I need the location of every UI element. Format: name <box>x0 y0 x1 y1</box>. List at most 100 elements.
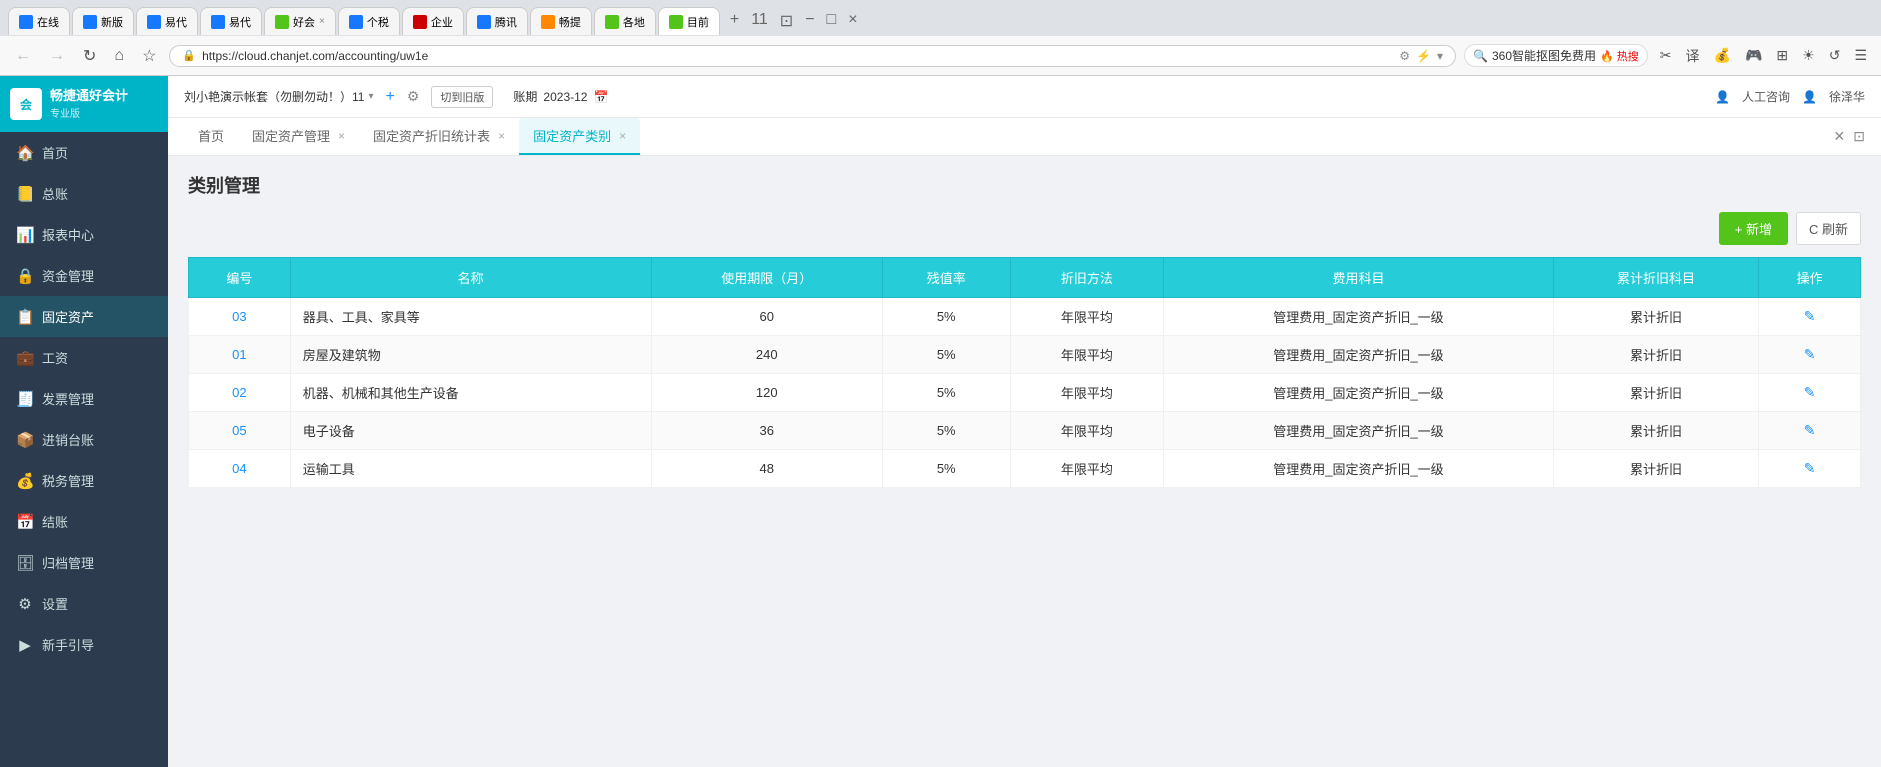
sidebar-label-settings: 设置 <box>42 594 68 613</box>
sidebar-item-funds[interactable]: 🔒 资金管理 <box>0 255 168 296</box>
cell-method-2: 年限平均 <box>1010 374 1164 412</box>
switch-version-btn[interactable]: 切到旧版 <box>431 86 493 108</box>
page-close-icon[interactable]: ✕ <box>1834 128 1846 145</box>
browser-tab-10[interactable]: 各地 <box>594 7 656 35</box>
browser-tab-1[interactable]: 在线 <box>8 7 70 35</box>
browser-toolbar-icons: ✂ 译 💰 🎮 ⊞ ☀ ↺ ☰ <box>1656 44 1871 68</box>
browser-tab-9[interactable]: 畅提 <box>530 7 592 35</box>
page-tab-asset-mgmt[interactable]: 固定资产管理 × <box>238 118 359 155</box>
page-expand-icon[interactable]: ⊡ <box>1853 128 1865 145</box>
browser-tab-11[interactable]: 目前 <box>658 7 720 35</box>
cell-edit-4[interactable]: ✎ <box>1759 450 1861 488</box>
sidebar-item-settings[interactable]: ⚙ 设置 <box>0 583 168 624</box>
bookmark-btn[interactable]: ☆ <box>137 44 161 68</box>
game-icon[interactable]: 🎮 <box>1741 45 1766 66</box>
forward-btn[interactable]: → <box>44 45 70 67</box>
minimize-btn[interactable]: − <box>801 9 818 33</box>
sidebar-item-tax[interactable]: 💰 税务管理 <box>0 460 168 501</box>
tab-title-8: 腾讯 <box>495 14 517 30</box>
search-box[interactable]: 🔍 360智能抠图免费用 🔥 热搜 <box>1464 44 1648 67</box>
url-dropdown-icon[interactable]: ▾ <box>1437 49 1443 63</box>
edit-icon-3[interactable]: ✎ <box>1804 422 1816 438</box>
new-tab-btn[interactable]: + <box>726 9 743 33</box>
cell-residual-0: 5% <box>882 298 1010 336</box>
edit-icon-4[interactable]: ✎ <box>1804 460 1816 476</box>
home-btn[interactable]: ⌂ <box>109 45 129 67</box>
url-box[interactable]: 🔒 https://cloud.chanjet.com/accounting/u… <box>169 45 1456 67</box>
sidebar-item-home[interactable]: 🏠 首页 <box>0 132 168 173</box>
cell-name-4: 运输工具 <box>290 450 651 488</box>
page-tab-asset-mgmt-label: 固定资产管理 <box>252 126 330 145</box>
refresh-btn[interactable]: C 刷新 <box>1796 212 1861 245</box>
restore-btn[interactable]: ⊡ <box>776 9 797 33</box>
maximize-btn[interactable]: □ <box>823 9 841 33</box>
page-tab-asset-category[interactable]: 固定资产类别 × <box>519 118 640 155</box>
cell-expense-0: 管理费用_固定资产折旧_一级 <box>1164 298 1554 336</box>
scissors-icon[interactable]: ✂ <box>1656 45 1676 66</box>
top-bar-right: 👤 人工咨询 👤 徐泽华 <box>1715 88 1865 105</box>
sidebar-item-settlement[interactable]: 📅 结账 <box>0 501 168 542</box>
settings-gear-icon[interactable]: ⚙ <box>407 88 420 105</box>
browser-chrome: 在线 新版 易代 易代 好会 × 个税 企业 腾讯 <box>0 0 1881 76</box>
grid-icon[interactable]: ⊞ <box>1772 45 1792 66</box>
categories-table: 编号 名称 使用期限（月） 残值率 折旧方法 费用科目 累计折旧科目 操作 03… <box>188 257 1861 488</box>
col-header-method: 折旧方法 <box>1010 258 1164 298</box>
close-tab-depreciation[interactable]: × <box>498 129 505 143</box>
close-window-btn[interactable]: × <box>844 9 861 33</box>
undo-icon[interactable]: ↺ <box>1825 45 1845 66</box>
page-tab-home[interactable]: 首页 <box>184 118 238 155</box>
cell-expense-2: 管理费用_固定资产折旧_一级 <box>1164 374 1554 412</box>
cell-name-2: 机器、机械和其他生产设备 <box>290 374 651 412</box>
sidebar-item-fixed-assets[interactable]: 📋 固定资产 <box>0 296 168 337</box>
cell-edit-2[interactable]: ✎ <box>1759 374 1861 412</box>
cell-edit-0[interactable]: ✎ <box>1759 298 1861 336</box>
sidebar-item-inventory[interactable]: 📦 进销台账 <box>0 419 168 460</box>
close-tab-category[interactable]: × <box>619 129 626 143</box>
address-bar: ← → ↻ ⌂ ☆ 🔒 https://cloud.chanjet.com/ac… <box>0 36 1881 76</box>
browser-tab-8[interactable]: 腾讯 <box>466 7 528 35</box>
tab-menu-btn[interactable]: 11 <box>747 9 772 33</box>
browser-tab-2[interactable]: 新版 <box>72 7 134 35</box>
sidebar-item-ledger[interactable]: 📒 总账 <box>0 173 168 214</box>
sidebar-item-reports[interactable]: 📊 报表中心 <box>0 214 168 255</box>
brightness-icon[interactable]: ☀ <box>1798 45 1819 66</box>
cell-edit-3[interactable]: ✎ <box>1759 412 1861 450</box>
dropdown-arrow[interactable]: ▾ <box>368 91 373 102</box>
inventory-icon: 📦 <box>16 431 34 449</box>
cell-name-1: 房屋及建筑物 <box>290 336 651 374</box>
edit-icon-0[interactable]: ✎ <box>1804 308 1816 324</box>
sidebar-item-invoice[interactable]: 🧾 发票管理 <box>0 378 168 419</box>
browser-tab-6[interactable]: 个税 <box>338 7 400 35</box>
url-text: https://cloud.chanjet.com/accounting/uw1… <box>202 49 1393 63</box>
wallet-icon[interactable]: 💰 <box>1710 45 1735 66</box>
browser-tab-3[interactable]: 易代 <box>136 7 198 35</box>
browser-tab-7[interactable]: 企业 <box>402 7 464 35</box>
calendar-icon[interactable]: 📅 <box>593 90 608 104</box>
browser-tab-4[interactable]: 易代 <box>200 7 262 35</box>
add-account-btn[interactable]: + <box>386 88 395 106</box>
consult-label[interactable]: 人工咨询 <box>1742 88 1790 105</box>
logo-title: 畅捷通好会计 <box>50 88 128 105</box>
url-lightning-icon[interactable]: ⚡ <box>1416 49 1431 63</box>
close-tab-asset-mgmt[interactable]: × <box>338 129 345 143</box>
add-category-btn[interactable]: + 新增 <box>1719 212 1788 245</box>
sidebar-item-guide[interactable]: ▶ 新手引导 <box>0 624 168 665</box>
sidebar-item-payroll[interactable]: 💼 工资 <box>0 337 168 378</box>
browser-tab-5[interactable]: 好会 × <box>264 7 336 35</box>
period-label: 账期 <box>513 88 537 105</box>
edit-icon-1[interactable]: ✎ <box>1804 346 1816 362</box>
edit-icon-2[interactable]: ✎ <box>1804 384 1816 400</box>
translate-icon[interactable]: 译 <box>1682 44 1704 68</box>
tab-close-5[interactable]: × <box>319 16 325 27</box>
page-tab-depreciation-stat[interactable]: 固定资产折旧统计表 × <box>359 118 519 155</box>
back-btn[interactable]: ← <box>10 45 36 67</box>
sidebar-item-archive[interactable]: 🗄 归档管理 <box>0 542 168 583</box>
settings-icon: ⚙ <box>16 595 34 613</box>
cell-edit-1[interactable]: ✎ <box>1759 336 1861 374</box>
sidebar-logo: 会 畅捷通好会计 专业版 <box>0 76 168 132</box>
menu-icon[interactable]: ☰ <box>1850 45 1871 66</box>
table-header-row: 编号 名称 使用期限（月） 残值率 折旧方法 费用科目 累计折旧科目 操作 <box>189 258 1861 298</box>
reload-btn[interactable]: ↻ <box>78 44 101 68</box>
url-tools-icon[interactable]: ⚙ <box>1399 49 1410 63</box>
tab-title-7: 企业 <box>431 14 453 30</box>
